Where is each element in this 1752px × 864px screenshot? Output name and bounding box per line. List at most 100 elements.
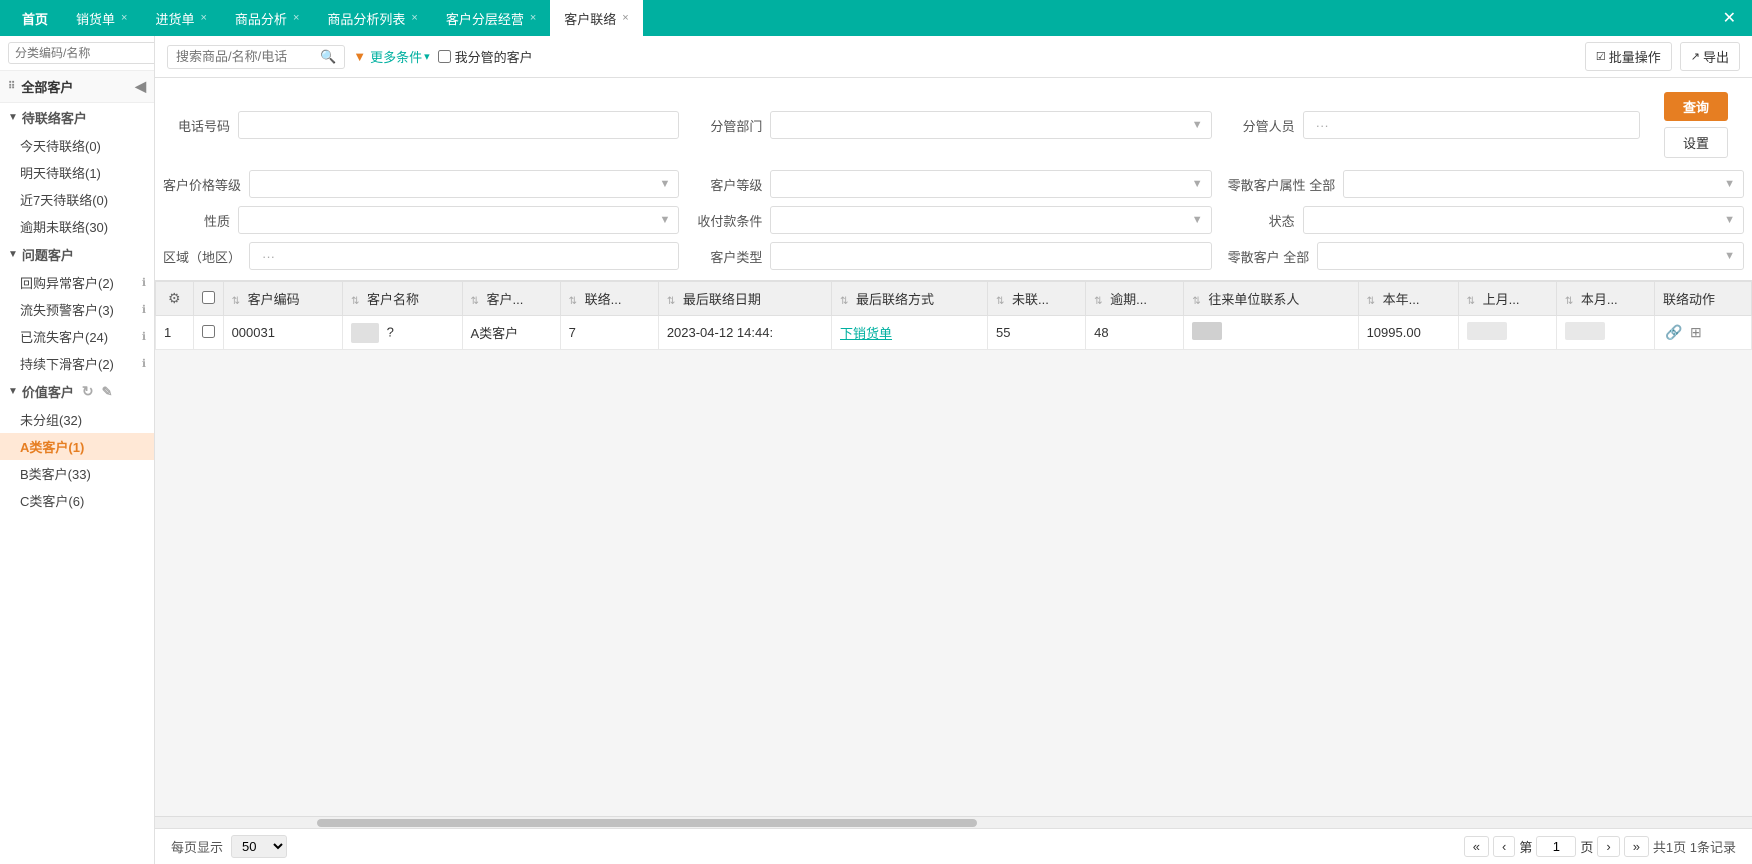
- sort-contact-icon: ⇅: [569, 296, 577, 307]
- info-icon-4: ℹ: [142, 357, 146, 370]
- sidebar-item-repurchase-anomaly[interactable]: 回购异常客户(2) ℹ: [0, 269, 154, 296]
- sidebar-item-a-class[interactable]: A类客户(1): [0, 433, 154, 460]
- filter-row-payment: 收付款条件 ▼: [687, 202, 1219, 238]
- nav-sales[interactable]: 销货单 ×: [62, 0, 141, 36]
- horizontal-scrollbar[interactable]: [155, 816, 1752, 828]
- more-conditions-btn[interactable]: ▼ 更多条件 ▾: [353, 47, 429, 66]
- price-level-select[interactable]: ▼: [249, 170, 679, 198]
- prev-page-button[interactable]: ‹: [1493, 836, 1515, 857]
- th-this-month: ⇅ 本月...: [1556, 282, 1654, 316]
- sidebar-item-declining[interactable]: 持续下滑客户(2) ℹ: [0, 350, 154, 377]
- my-customers-checkbox-label[interactable]: 我分管的客户: [438, 47, 533, 66]
- info-icon-3: ℹ: [142, 330, 146, 343]
- close-sales-tab[interactable]: ×: [121, 12, 127, 24]
- sidebar-item-churn-warning[interactable]: 流失预警客户(3) ℹ: [0, 296, 154, 323]
- link-action-icon[interactable]: 🔗: [1665, 324, 1682, 340]
- group-problem-customers[interactable]: ▼ 问题客户: [0, 240, 154, 269]
- customer-avatar: [351, 323, 379, 343]
- batch-operation-button[interactable]: ☑ 批量操作: [1585, 42, 1672, 71]
- sidebar-item-churned[interactable]: 已流失客户(24) ℹ: [0, 323, 154, 350]
- total-records-label: 共1页 1条记录: [1653, 837, 1736, 856]
- group-pending-contact[interactable]: ▼ 待联络客户: [0, 103, 154, 132]
- table-scroll-area[interactable]: ⚙ ⇅ 客户编码 ⇅ 客户名称: [155, 281, 1752, 816]
- sidebar-item-tomorrow[interactable]: 明天待联络(1): [0, 159, 154, 186]
- sort-date-icon: ⇅: [667, 296, 675, 307]
- close-customer-layer-tab[interactable]: ×: [530, 12, 536, 24]
- manager-input[interactable]: ···: [1303, 111, 1640, 139]
- search-icon[interactable]: 🔍: [320, 49, 336, 65]
- export-button[interactable]: ↗ 导出: [1680, 42, 1740, 71]
- nav-home[interactable]: 首页: [8, 0, 62, 36]
- info-icon: ℹ: [142, 276, 146, 289]
- collapse-sidebar-icon[interactable]: ◀: [135, 78, 146, 95]
- row-no-contact: 55: [988, 316, 1086, 350]
- select-all-checkbox[interactable]: [202, 291, 215, 304]
- scattered-attr-label: 零散客户属性 全部: [1228, 175, 1344, 194]
- th-gear: ⚙: [156, 282, 194, 316]
- next-page-button[interactable]: ›: [1597, 836, 1619, 857]
- row-action-btns: 🔗 ⊞: [1654, 316, 1751, 350]
- nav-purchase[interactable]: 进货单 ×: [141, 0, 220, 36]
- scattered-attr-select[interactable]: ▼: [1343, 170, 1744, 198]
- nav-customer-contact[interactable]: 客户联络 ×: [550, 0, 642, 36]
- my-customers-checkbox[interactable]: [438, 50, 451, 63]
- close-purchase-tab[interactable]: ×: [200, 12, 206, 24]
- triangle-icon-2: ▼: [8, 249, 18, 260]
- manager-dots-icon: ···: [1316, 118, 1329, 133]
- scattered-select[interactable]: ▼: [1317, 242, 1744, 270]
- customer-level-select[interactable]: ▼: [770, 170, 1211, 198]
- first-page-button[interactable]: «: [1464, 836, 1489, 857]
- phone-input[interactable]: [238, 111, 679, 139]
- sort-method-icon: ⇅: [840, 296, 848, 307]
- last-method-link[interactable]: 下销货单: [840, 326, 892, 341]
- status-select[interactable]: ▼: [1303, 206, 1744, 234]
- sidebar-item-c-class[interactable]: C类客户(6): [0, 487, 154, 514]
- edit-icon[interactable]: ✎: [102, 384, 113, 400]
- customer-type-input[interactable]: [770, 242, 1211, 270]
- search-wrap: 🔍: [167, 45, 345, 69]
- grid-action-icon[interactable]: ⊞: [1690, 324, 1702, 340]
- sidebar-item-7days[interactable]: 近7天待联络(0): [0, 186, 154, 213]
- sort-code-icon: ⇅: [232, 296, 240, 307]
- nature-select[interactable]: ▼: [238, 206, 679, 234]
- nav-analysis-list[interactable]: 商品分析列表 ×: [313, 0, 431, 36]
- page-label: 第: [1519, 837, 1532, 856]
- nav-analysis[interactable]: 商品分析 ×: [221, 0, 313, 36]
- last-page-button[interactable]: »: [1624, 836, 1649, 857]
- close-analysis-tab[interactable]: ×: [293, 12, 299, 24]
- sidebar-search-input[interactable]: [8, 42, 155, 64]
- th-no-contact: ⇅ 未联...: [988, 282, 1086, 316]
- sidebar-search-area: 🔍: [0, 36, 154, 71]
- all-customers-header[interactable]: ⠿ 全部客户 ◀: [0, 71, 154, 103]
- filter-row-manager: 分管人员 ··· 查询 设置: [1220, 84, 1752, 166]
- filter-row-scattered: 零散客户 全部 ▼: [1220, 238, 1752, 274]
- nav-customer-layer[interactable]: 客户分层经营 ×: [432, 0, 550, 36]
- payment-chevron-icon: ▼: [1192, 214, 1203, 226]
- scrollbar-thumb[interactable]: [317, 819, 977, 827]
- th-this-year: ⇅ 本年...: [1358, 282, 1458, 316]
- close-analysis-list-tab[interactable]: ×: [411, 12, 417, 24]
- settings-button[interactable]: 设置: [1664, 127, 1728, 158]
- payment-select[interactable]: ▼: [770, 206, 1211, 234]
- sidebar-item-overdue[interactable]: 逾期未联络(30): [0, 213, 154, 240]
- contacts-placeholder: [1192, 322, 1222, 340]
- region-dots-icon: ···: [262, 249, 275, 264]
- sidebar-item-b-class[interactable]: B类客户(33): [0, 460, 154, 487]
- scattered-chevron-icon: ▼: [1724, 250, 1735, 262]
- search-input[interactable]: [176, 49, 316, 64]
- column-settings-gear[interactable]: ⚙: [164, 288, 185, 309]
- page-size-select[interactable]: 50 100 200: [231, 835, 287, 858]
- close-customer-contact-tab[interactable]: ×: [622, 12, 628, 24]
- page-number-input[interactable]: [1536, 836, 1576, 857]
- sidebar-item-ungrouped[interactable]: 未分组(32): [0, 406, 154, 433]
- last-month-placeholder: [1467, 322, 1507, 340]
- row-checkbox[interactable]: [202, 325, 215, 338]
- group-value-customers[interactable]: ▼ 价值客户 ↻ ✎: [0, 377, 154, 406]
- sidebar-item-today[interactable]: 今天待联络(0): [0, 132, 154, 159]
- region-input[interactable]: ···: [249, 242, 679, 270]
- sort-overdue-icon: ⇅: [1094, 296, 1102, 307]
- refresh-icon[interactable]: ↻: [82, 383, 94, 400]
- window-close-button[interactable]: ✕: [1715, 8, 1744, 28]
- query-button[interactable]: 查询: [1664, 92, 1728, 121]
- dept-select[interactable]: ▼: [770, 111, 1211, 139]
